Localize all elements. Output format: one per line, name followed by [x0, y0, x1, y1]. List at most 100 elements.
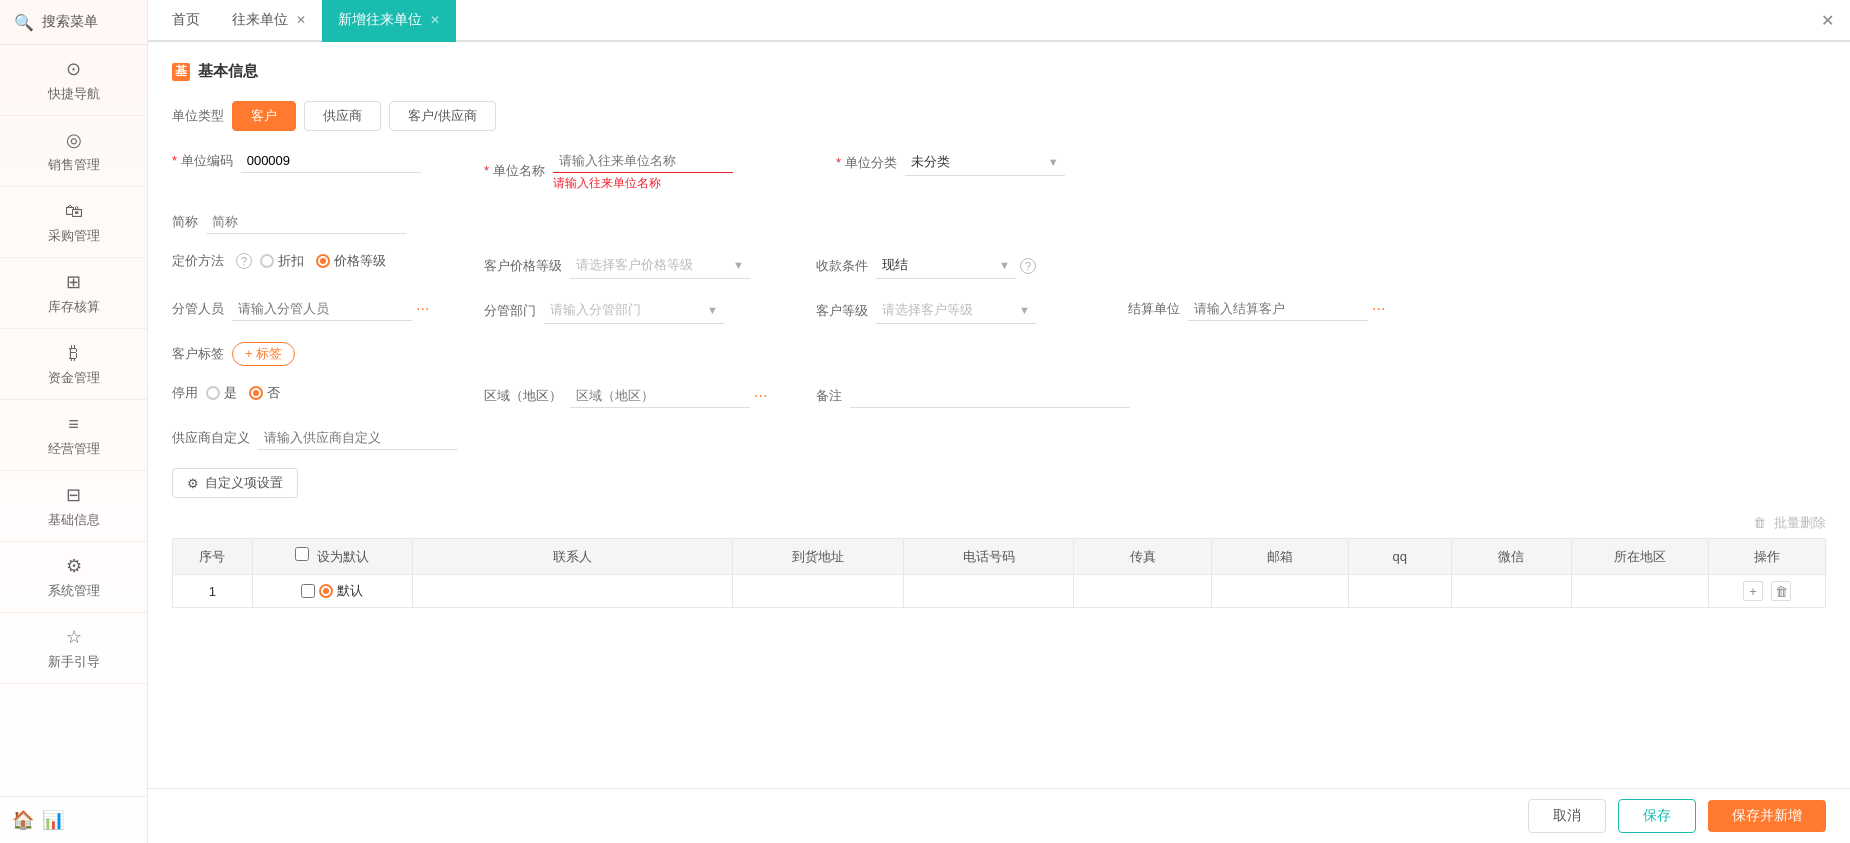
department-label: 分管部门 — [484, 302, 536, 320]
code-name-category-row: 单位编码 单位名称 请输入往来单位名称 单位分类 未分类 ▼ — [172, 149, 1826, 192]
manager-field: 分管人员 ··· — [172, 297, 452, 321]
table-col-设为默认: 设为默认 — [252, 539, 412, 575]
wechat-input-0[interactable] — [1486, 584, 1536, 599]
settlement-unit-dots-button[interactable]: ··· — [1372, 300, 1385, 318]
sidebar-item-operations[interactable]: ≡经营管理 — [0, 400, 147, 471]
sidebar-item-sales[interactable]: ◎销售管理 — [0, 116, 147, 187]
cell-region-0[interactable] — [1572, 575, 1709, 608]
tab-close-partner[interactable]: ✕ — [296, 13, 306, 27]
sidebar-item-label: 采购管理 — [48, 227, 100, 245]
cell-qq-0[interactable] — [1348, 575, 1451, 608]
sidebar-item-quick-nav[interactable]: ⊙快捷导航 — [0, 45, 147, 116]
qq-input-0[interactable] — [1380, 584, 1420, 599]
manager-dots-button[interactable]: ··· — [416, 300, 429, 318]
unit-type-btn-customer[interactable]: 客户 — [232, 101, 296, 131]
table-select-all-checkbox[interactable] — [295, 547, 309, 561]
add-tag-button[interactable]: + 标签 — [232, 342, 295, 366]
cell-wechat-0[interactable] — [1451, 575, 1571, 608]
unit-name-field: 单位名称 请输入往来单位名称 — [484, 149, 804, 192]
section-title-icon: 基 — [172, 63, 190, 81]
customer-price-level-placeholder: 请选择客户价格等级 — [576, 256, 693, 274]
tab-close-new-partner[interactable]: ✕ — [430, 13, 440, 27]
customer-price-level-field: 客户价格等级 请选择客户价格等级 ▼ — [484, 252, 784, 279]
sidebar-item-basic-info[interactable]: ⊟基础信息 — [0, 471, 147, 542]
section-title-text: 基本信息 — [198, 62, 258, 81]
remarks-input[interactable] — [850, 384, 1130, 408]
default-radio-label-0: 默认 — [337, 582, 363, 600]
disabled-radio-group: 是 否 — [206, 384, 280, 402]
unit-category-select[interactable]: 未分类 ▼ — [905, 149, 1065, 176]
close-all-tabs-button[interactable]: ✕ — [1813, 11, 1842, 30]
disabled-no-radio[interactable]: 否 — [249, 384, 280, 402]
payment-terms-select[interactable]: 现结 ▼ — [876, 252, 1016, 279]
payment-terms-arrow: ▼ — [999, 259, 1010, 271]
unit-type-btn-both[interactable]: 客户/供应商 — [389, 101, 496, 131]
customer-price-level-select[interactable]: 请选择客户价格等级 ▼ — [570, 252, 750, 279]
unit-code-input[interactable] — [241, 149, 421, 173]
sidebar-item-finance[interactable]: ₿资金管理 — [0, 329, 147, 400]
disabled-label: 停用 — [172, 384, 198, 402]
unit-name-input[interactable] — [553, 149, 733, 173]
customer-tags-label: 客户标签 — [172, 345, 224, 363]
supplier-custom-field: 供应商自定义 — [172, 426, 458, 450]
sidebar-item-system[interactable]: ⚙系统管理 — [0, 542, 147, 613]
tab-new-partner[interactable]: 新增往来单位✕ — [322, 0, 456, 42]
tab-home[interactable]: 首页 — [156, 0, 216, 42]
batch-delete-button[interactable]: 🗑 批量删除 — [172, 514, 1826, 532]
sidebar-item-inventory[interactable]: ⊞库存核算 — [0, 258, 147, 329]
cell-address-0[interactable] — [732, 575, 903, 608]
cell-email-0[interactable] — [1211, 575, 1348, 608]
email-input-0[interactable] — [1250, 584, 1310, 599]
abbreviation-input[interactable] — [206, 210, 406, 234]
settlement-unit-label: 结算单位 — [1128, 300, 1180, 318]
cancel-button[interactable]: 取消 — [1528, 799, 1606, 833]
unit-type-group: 客户供应商客户/供应商 — [232, 101, 496, 131]
tab-partner[interactable]: 往来单位✕ — [216, 0, 322, 42]
customer-price-level-label: 客户价格等级 — [484, 257, 562, 275]
manager-input[interactable] — [232, 297, 412, 321]
fax-input-0[interactable] — [1113, 584, 1173, 599]
customer-level-select[interactable]: 请选择客户等级 ▼ — [876, 297, 1036, 324]
sidebar-item-label: 系统管理 — [48, 582, 100, 600]
unit-type-btn-supplier[interactable]: 供应商 — [304, 101, 381, 131]
row-checkbox-0[interactable] — [301, 584, 315, 598]
phone-input-0[interactable] — [949, 584, 1029, 599]
pricing-method-field: 定价方法 ? 折扣 价格等级 — [172, 252, 452, 270]
pricing-help-icon[interactable]: ? — [236, 253, 252, 269]
payment-help-icon[interactable]: ? — [1020, 258, 1036, 274]
payment-terms-value: 现结 — [882, 256, 908, 274]
area-dots-button[interactable]: ··· — [754, 387, 767, 405]
unit-category-field: 单位分类 未分类 ▼ — [836, 149, 1076, 176]
sidebar-search[interactable]: 🔍 搜索菜单 — [0, 0, 147, 45]
add-row-button-0[interactable]: + — [1743, 581, 1763, 601]
address-input-0[interactable] — [778, 584, 858, 599]
area-field: 区域（地区） ··· — [484, 384, 784, 408]
cell-contact-0[interactable] — [412, 575, 732, 608]
region-input-0[interactable] — [1610, 584, 1670, 599]
sidebar-item-label: 基础信息 — [48, 511, 100, 529]
table-col-传真: 传真 — [1074, 539, 1211, 575]
cell-phone-0[interactable] — [903, 575, 1074, 608]
contact-input-0[interactable] — [423, 584, 722, 599]
pricing-discount-label: 折扣 — [278, 252, 304, 270]
settlement-unit-input[interactable] — [1188, 297, 1368, 321]
cell-fax-0[interactable] — [1074, 575, 1211, 608]
payment-terms-label: 收款条件 — [816, 257, 868, 275]
save-button[interactable]: 保存 — [1618, 799, 1696, 833]
disabled-yes-radio[interactable]: 是 — [206, 384, 237, 402]
sidebar-item-label: 销售管理 — [48, 156, 100, 174]
unit-type-field: 单位类型 客户供应商客户/供应商 — [172, 101, 496, 131]
supplier-custom-input[interactable] — [258, 426, 458, 450]
disabled-yes-circle — [206, 386, 220, 400]
delete-row-button-0[interactable]: 🗑 — [1771, 581, 1791, 601]
area-input[interactable] — [570, 384, 750, 408]
sidebar-item-purchase[interactable]: 🛍采购管理 — [0, 187, 147, 258]
main-area: 首页往来单位✕新增往来单位✕ ✕ 基 基本信息 单位类型 客户供应商客户/供应商… — [148, 0, 1850, 843]
pricing-discount-radio[interactable]: 折扣 — [260, 252, 304, 270]
guide-icon: ☆ — [62, 625, 86, 649]
custom-settings-button[interactable]: ⚙ 自定义项设置 — [172, 468, 298, 498]
sidebar-item-guide[interactable]: ☆新手引导 — [0, 613, 147, 684]
save-and-new-button[interactable]: 保存并新增 — [1708, 800, 1826, 832]
pricing-level-radio[interactable]: 价格等级 — [316, 252, 386, 270]
department-select[interactable]: 请输入分管部门 ▼ — [544, 297, 724, 324]
